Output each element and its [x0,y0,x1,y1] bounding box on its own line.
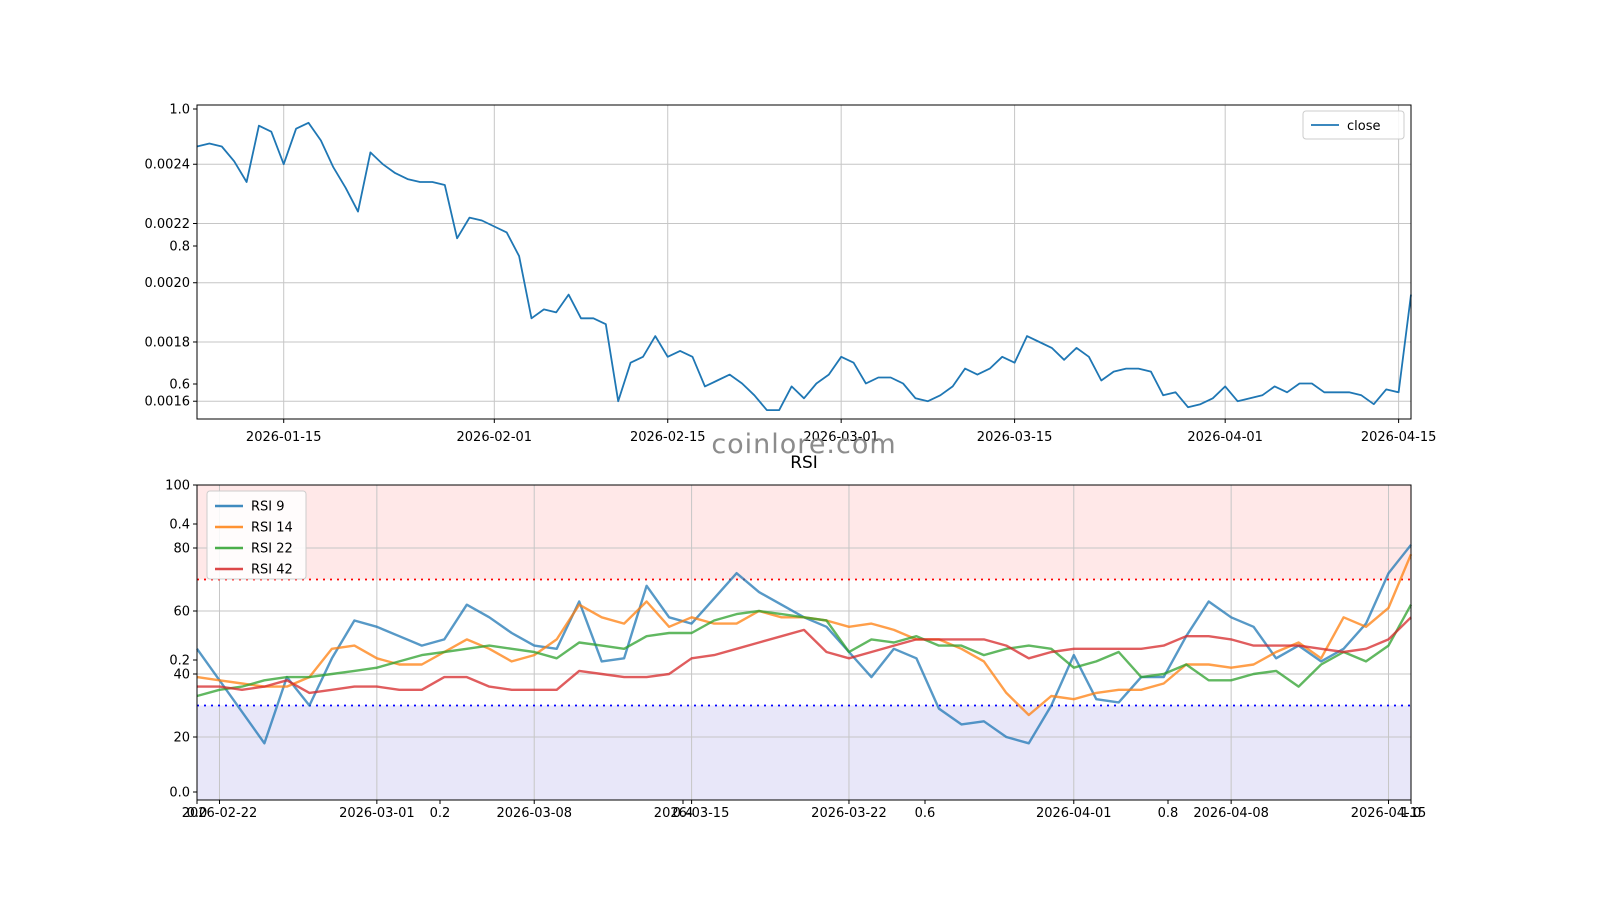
rsi-x-tick-label: 2026-03-22 [811,806,887,821]
rsi-x-tick-label: 2026-03-08 [496,806,572,821]
rsi-overlay-x-tick-label: 0.2 [430,806,451,821]
rsi-overlay-x-tick-label: 1.0 [1401,806,1422,821]
overbought-zone [197,485,1411,580]
price-x-tick-label: 2026-02-01 [457,430,533,445]
price-y-tick-label: 0.0018 [145,335,191,350]
rsi-14-legend-label: RSI 14 [251,521,293,536]
price-x-tick-label: 2026-04-01 [1187,430,1263,445]
rsi-chart-title: RSI [790,453,818,473]
rsi-overlay-x-tick-label: 0.4 [673,806,694,821]
chart-figure: 2026-01-15 2026-02-01 2026-02-15 2026-03-01… [0,0,1600,900]
price-y-tick-label: 0.0024 [145,158,191,173]
rsi-y-tick-label: 60 [173,605,190,620]
price-x-tick-label: 2026-02-15 [630,430,706,445]
rsi-42-legend-label: RSI 42 [251,563,293,578]
rsi-overlay-x-tick-label: 0.8 [1158,806,1179,821]
price-y-tick-label: 0.0022 [145,217,191,232]
rsi-y-tick-label: 100 [165,479,190,494]
rsi-y-tick-label: 20 [173,731,190,746]
rsi-22-line [196,604,1413,698]
rsi-x-tick-label: 2026-04-08 [1193,806,1269,821]
rsi-x-tick-label: 2026-04-01 [1036,806,1112,821]
price-overlay-y-tick-label: 1.0 [169,103,190,118]
rsi-9-legend-label: RSI 9 [251,500,285,515]
price-overlay-y-tick-label: 0.6 [169,378,190,393]
rsi-overlay-x-tick-label: 0.6 [915,806,936,821]
rsi-y-tick-label: 80 [173,542,190,557]
price-x-tick-label: 2026-01-15 [246,430,322,445]
rsi-overlay-y-tick-label: 0.4 [169,518,190,533]
close-legend-label: close [1347,119,1380,134]
price-axes-border [196,104,1412,420]
rsi-overlay-y-tick-label: 0.2 [169,654,190,669]
rsi-22-legend-label: RSI 22 [251,542,293,557]
close-line [196,121,1412,412]
oversold-zone [197,705,1411,800]
price-y-tick-label: 0.0016 [145,395,191,410]
price-x-tick-label: 2026-03-15 [977,430,1053,445]
rsi-y-tick-label: 40 [173,668,190,683]
price-overlay-y-tick-label: 0.8 [169,240,190,255]
rsi-x-tick-label: 2026-03-01 [339,806,415,821]
rsi-overlay-x-tick-label: 0.0 [187,806,208,821]
price-x-tick-label: 2026-04-15 [1361,430,1437,445]
price-y-tick-label: 0.0020 [145,276,191,291]
rsi-overlay-y-tick-label: 0.0 [169,786,190,801]
